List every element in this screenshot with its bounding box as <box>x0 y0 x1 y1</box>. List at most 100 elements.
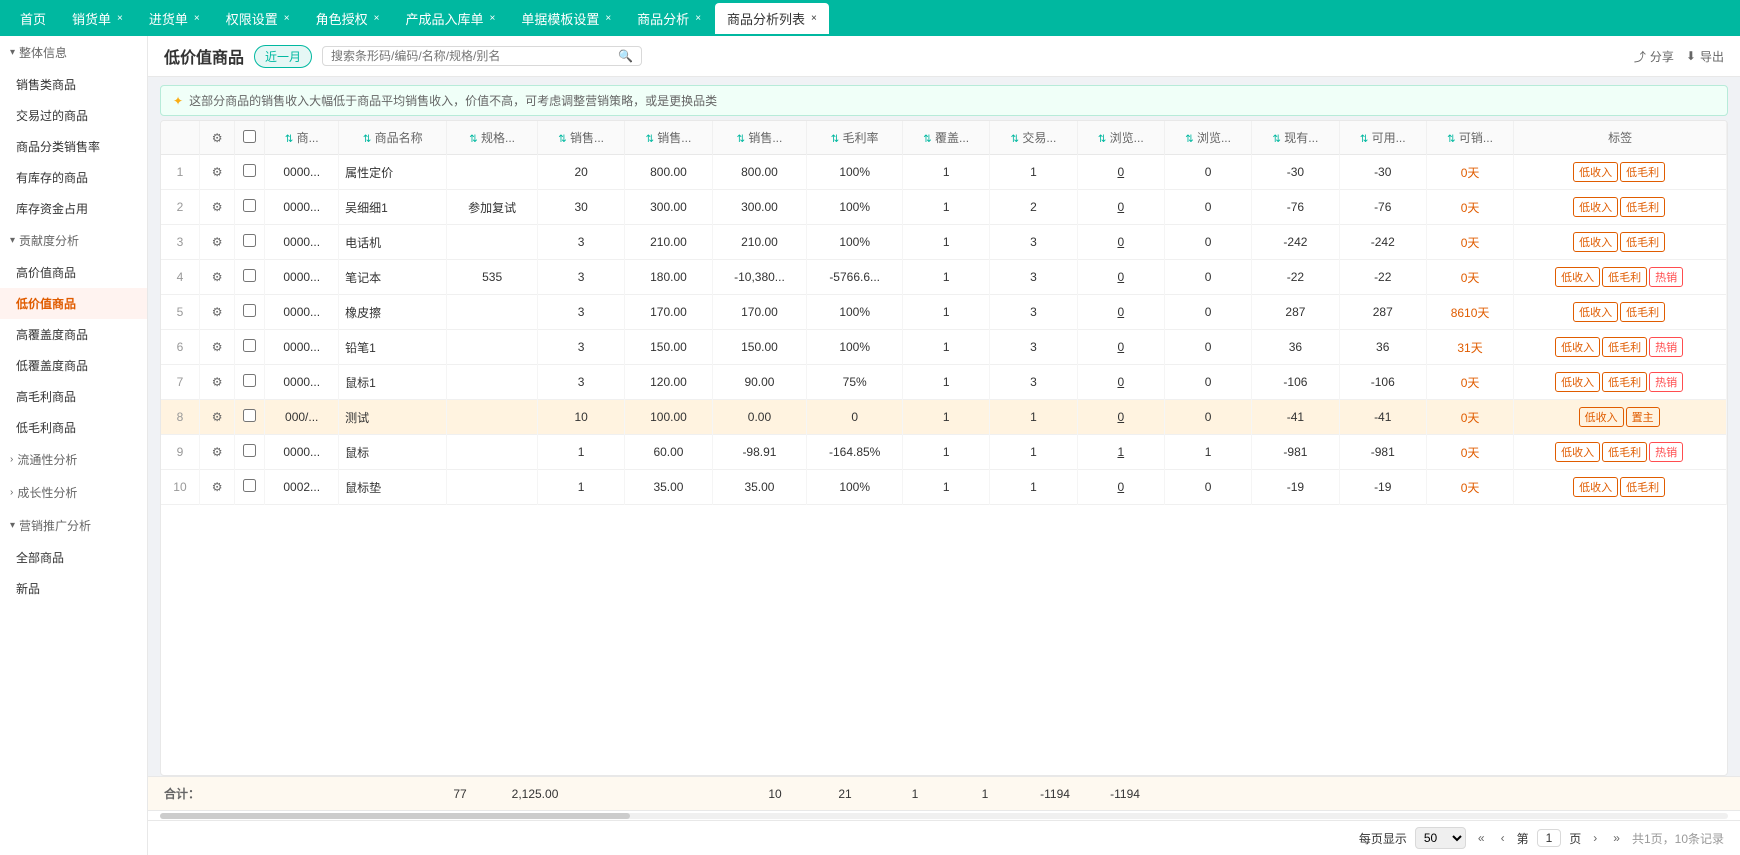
row-settings-cell[interactable]: ⚙ <box>199 435 234 470</box>
sidebar-group-overall[interactable]: ▾ 整体信息 <box>0 36 147 69</box>
sidebar-group-contribution[interactable]: ▾ 贡献度分析 <box>0 224 147 257</box>
browse-link[interactable]: 1 <box>1117 445 1124 459</box>
nav-close-icon[interactable]: × <box>489 13 495 24</box>
nav-close-icon[interactable]: × <box>194 13 200 24</box>
row-checkbox-cell[interactable] <box>235 365 265 400</box>
nav-close-icon[interactable]: × <box>605 13 611 24</box>
sidebar-item-stock-capital[interactable]: 库存资金占用 <box>0 193 147 224</box>
row-checkbox[interactable] <box>243 409 256 422</box>
sidebar-item-high-coverage[interactable]: 高覆盖度商品 <box>0 319 147 350</box>
sidebar-item-low-value[interactable]: 低价值商品 <box>0 288 147 319</box>
nav-permission-settings[interactable]: 权限设置 × <box>214 3 302 34</box>
row-checkbox[interactable] <box>243 304 256 317</box>
row-settings-cell[interactable]: ⚙ <box>199 470 234 505</box>
name-column-header[interactable]: ⇅ 商品名称 <box>339 121 447 155</box>
row-settings-cell[interactable]: ⚙ <box>199 330 234 365</box>
browse-link[interactable]: 0 <box>1117 270 1124 284</box>
browse-link[interactable]: 0 <box>1117 165 1124 179</box>
sidebar-item-traded-products[interactable]: 交易过的商品 <box>0 100 147 131</box>
sidebar-group-circulation[interactable]: › 流通性分析 <box>0 443 147 476</box>
export-button[interactable]: ⬇ 导出 <box>1686 48 1724 65</box>
settings-column-header[interactable]: ⚙ <box>199 121 234 155</box>
row-settings-cell[interactable]: ⚙ <box>199 155 234 190</box>
nav-product-analysis[interactable]: 商品分析 × <box>625 3 713 34</box>
last-page-button[interactable]: » <box>1609 829 1624 847</box>
share-button[interactable]: ⤴ 分享 <box>1634 48 1674 65</box>
current-stock-column-header[interactable]: ⇅ 现有... <box>1252 121 1339 155</box>
sidebar-item-high-value[interactable]: 高价值商品 <box>0 257 147 288</box>
transaction-column-header[interactable]: ⇅ 交易... <box>990 121 1077 155</box>
row-checkbox[interactable] <box>243 199 256 212</box>
row-checkbox-cell[interactable] <box>235 225 265 260</box>
sidebar-item-low-gross[interactable]: 低毛利商品 <box>0 412 147 443</box>
sidebar-item-stock-products[interactable]: 有库存的商品 <box>0 162 147 193</box>
sidebar-item-all-products[interactable]: 全部商品 <box>0 542 147 573</box>
prev-page-button[interactable]: ‹ <box>1497 829 1509 847</box>
sidebar-item-low-coverage[interactable]: 低覆盖度商品 <box>0 350 147 381</box>
nav-sales-order[interactable]: 销货单 × <box>60 3 135 34</box>
browse-link[interactable]: 0 <box>1117 410 1124 424</box>
sale-amount-column-header[interactable]: ⇅ 销售... <box>625 121 712 155</box>
sidebar-group-growth[interactable]: › 成长性分析 <box>0 476 147 509</box>
sidebar-item-new-products[interactable]: 新品 <box>0 573 147 604</box>
browse-link[interactable]: 0 <box>1117 305 1124 319</box>
nav-purchase-order[interactable]: 进货单 × <box>137 3 212 34</box>
page-size-select[interactable]: 50 100 200 <box>1415 827 1466 849</box>
sidebar-item-sales-products[interactable]: 销售类商品 <box>0 69 147 100</box>
code-column-header[interactable]: ⇅ 商... <box>265 121 339 155</box>
gross-rate-column-header[interactable]: ⇅ 毛利率 <box>807 121 903 155</box>
nav-close-icon[interactable]: × <box>811 13 817 24</box>
row-settings-cell[interactable]: ⚙ <box>199 260 234 295</box>
row-checkbox[interactable] <box>243 374 256 387</box>
row-checkbox-cell[interactable] <box>235 295 265 330</box>
scrollbar-thumb[interactable] <box>160 813 630 819</box>
row-gear-icon[interactable]: ⚙ <box>212 445 223 459</box>
browse-link[interactable]: 0 <box>1117 480 1124 494</box>
row-gear-icon[interactable]: ⚙ <box>212 305 223 319</box>
nav-close-icon[interactable]: × <box>284 13 290 24</box>
sidebar-group-marketing[interactable]: ▾ 营销推广分析 <box>0 509 147 542</box>
filter-recent-month-button[interactable]: 近一月 <box>254 45 312 68</box>
row-checkbox[interactable] <box>243 269 256 282</box>
sale-qty-column-header[interactable]: ⇅ 销售... <box>537 121 624 155</box>
browse1-column-header[interactable]: ⇅ 浏览... <box>1077 121 1164 155</box>
row-settings-cell[interactable]: ⚙ <box>199 295 234 330</box>
row-checkbox[interactable] <box>243 339 256 352</box>
nav-close-icon[interactable]: × <box>374 13 380 24</box>
row-settings-cell[interactable]: ⚙ <box>199 400 234 435</box>
row-gear-icon[interactable]: ⚙ <box>212 410 223 424</box>
row-gear-icon[interactable]: ⚙ <box>212 270 223 284</box>
sidebar-item-category-sales-rate[interactable]: 商品分类销售率 <box>0 131 147 162</box>
row-checkbox-cell[interactable] <box>235 330 265 365</box>
row-checkbox[interactable] <box>243 234 256 247</box>
select-all-checkbox[interactable] <box>243 130 256 143</box>
gear-icon[interactable]: ⚙ <box>212 131 223 145</box>
search-input[interactable] <box>331 49 614 63</box>
row-checkbox[interactable] <box>243 444 256 457</box>
horizontal-scrollbar[interactable] <box>148 810 1740 820</box>
row-settings-cell[interactable]: ⚙ <box>199 365 234 400</box>
sale-price-column-header[interactable]: ⇅ 销售... <box>712 121 807 155</box>
row-gear-icon[interactable]: ⚙ <box>212 165 223 179</box>
browse-link[interactable]: 0 <box>1117 375 1124 389</box>
coverage-column-header[interactable]: ⇅ 覆盖... <box>903 121 990 155</box>
row-checkbox[interactable] <box>243 164 256 177</box>
row-checkbox-cell[interactable] <box>235 470 265 505</box>
browse-link[interactable]: 0 <box>1117 340 1124 354</box>
row-gear-icon[interactable]: ⚙ <box>212 200 223 214</box>
nav-template-settings[interactable]: 单据模板设置 × <box>509 3 623 34</box>
nav-close-icon[interactable]: × <box>695 13 701 24</box>
row-gear-icon[interactable]: ⚙ <box>212 480 223 494</box>
browse-link[interactable]: 0 <box>1117 235 1124 249</box>
row-checkbox[interactable] <box>243 479 256 492</box>
current-page-number[interactable]: 1 <box>1537 829 1562 847</box>
row-checkbox-cell[interactable] <box>235 155 265 190</box>
row-checkbox-cell[interactable] <box>235 435 265 470</box>
row-checkbox-cell[interactable] <box>235 400 265 435</box>
next-page-button[interactable]: › <box>1589 829 1601 847</box>
row-gear-icon[interactable]: ⚙ <box>212 340 223 354</box>
sidebar-item-high-gross[interactable]: 高毛利商品 <box>0 381 147 412</box>
row-checkbox-cell[interactable] <box>235 190 265 225</box>
spec-column-header[interactable]: ⇅ 规格... <box>447 121 538 155</box>
row-gear-icon[interactable]: ⚙ <box>212 235 223 249</box>
